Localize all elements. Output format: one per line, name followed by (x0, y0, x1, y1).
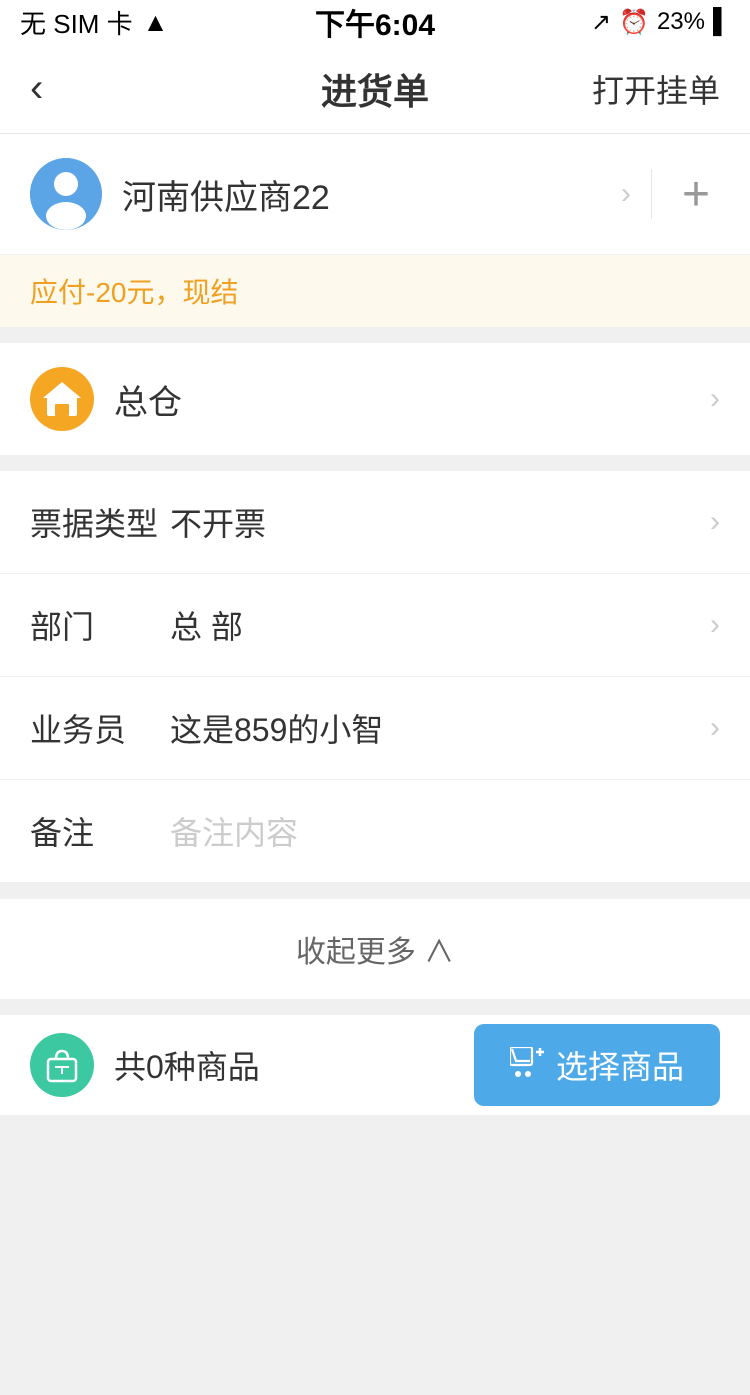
remaining-area (0, 1115, 750, 1395)
status-time: 下午6:04 (315, 0, 435, 44)
invoice-value: 不开票 (170, 499, 700, 545)
status-bar: 无 SIM 卡 ▲ 下午6:04 ↗ ⏰ 23% ▌ (0, 0, 750, 44)
goods-icon (30, 1033, 94, 1097)
notice-bar: 应付-20元，现结 (0, 255, 750, 327)
salesman-chevron-icon: › (710, 711, 720, 745)
battery-icon: ▌ (713, 8, 730, 36)
remark-input[interactable]: 备注内容 (170, 808, 720, 854)
supplier-chevron-icon: › (621, 177, 631, 211)
select-goods-icon (510, 1044, 546, 1086)
remark-row[interactable]: 备注 备注内容 (0, 780, 750, 882)
warehouse-chevron-icon: › (710, 382, 720, 416)
remark-label: 备注 (30, 808, 170, 854)
bottom-bar: 共0种商品 选择商品 (0, 1015, 750, 1115)
location-icon: ↗ (591, 8, 611, 37)
collapse-label: 收起更多 ∧ (296, 936, 454, 969)
supplier-divider (651, 169, 652, 219)
salesman-value: 这是859的小智 (170, 705, 700, 751)
dept-value: 总 部 (170, 602, 700, 648)
salesman-label: 业务员 (30, 705, 170, 751)
select-goods-button[interactable]: 选择商品 (474, 1024, 720, 1106)
notice-text: 应付-20元，现结 (30, 277, 238, 308)
goods-count: 共0种商品 (114, 1042, 474, 1088)
dept-label: 部门 (30, 602, 170, 648)
invoice-label: 票据类型 (30, 499, 170, 545)
house-icon (43, 380, 81, 418)
warehouse-card[interactable]: 总仓 › (0, 343, 750, 455)
warehouse-name: 总仓 (114, 375, 700, 424)
supplier-add-button[interactable]: + (672, 167, 720, 222)
supplier-row[interactable]: 河南供应商22 › + (0, 134, 750, 255)
supplier-card: 河南供应商22 › + 应付-20元，现结 (0, 134, 750, 327)
warehouse-icon (30, 367, 94, 431)
wifi-icon: ▲ (143, 7, 169, 38)
content: 河南供应商22 › + 应付-20元，现结 总仓 › 票据类型 不开票 › (0, 134, 750, 1395)
supplier-avatar (30, 158, 102, 230)
invoice-row[interactable]: 票据类型 不开票 › (0, 471, 750, 574)
cart-plus-icon (510, 1047, 546, 1077)
supplier-name: 河南供应商22 (122, 170, 611, 219)
carrier-label: 无 SIM 卡 (20, 4, 133, 41)
dept-row[interactable]: 部门 总 部 › (0, 574, 750, 677)
back-button[interactable]: ‹ (30, 66, 43, 111)
open-pending-button[interactable]: 打开挂单 (592, 66, 720, 112)
battery-label: 23% (657, 8, 705, 36)
select-goods-label: 选择商品 (556, 1042, 684, 1088)
alarm-icon: ⏰ (619, 8, 649, 37)
collapse-button[interactable]: 收起更多 ∧ (0, 898, 750, 999)
nav-title: 进货单 (321, 63, 429, 115)
shopping-bag-icon (44, 1047, 80, 1083)
form-section: 票据类型 不开票 › 部门 总 部 › 业务员 这是859的小智 › 备注 备注… (0, 471, 750, 882)
dept-chevron-icon: › (710, 608, 720, 642)
nav-bar: ‹ 进货单 打开挂单 (0, 44, 750, 134)
avatar-icon (30, 158, 102, 230)
status-left: 无 SIM 卡 ▲ (20, 4, 168, 41)
status-right: ↗ ⏰ 23% ▌ (591, 8, 730, 37)
invoice-chevron-icon: › (710, 505, 720, 539)
salesman-row[interactable]: 业务员 这是859的小智 › (0, 677, 750, 780)
